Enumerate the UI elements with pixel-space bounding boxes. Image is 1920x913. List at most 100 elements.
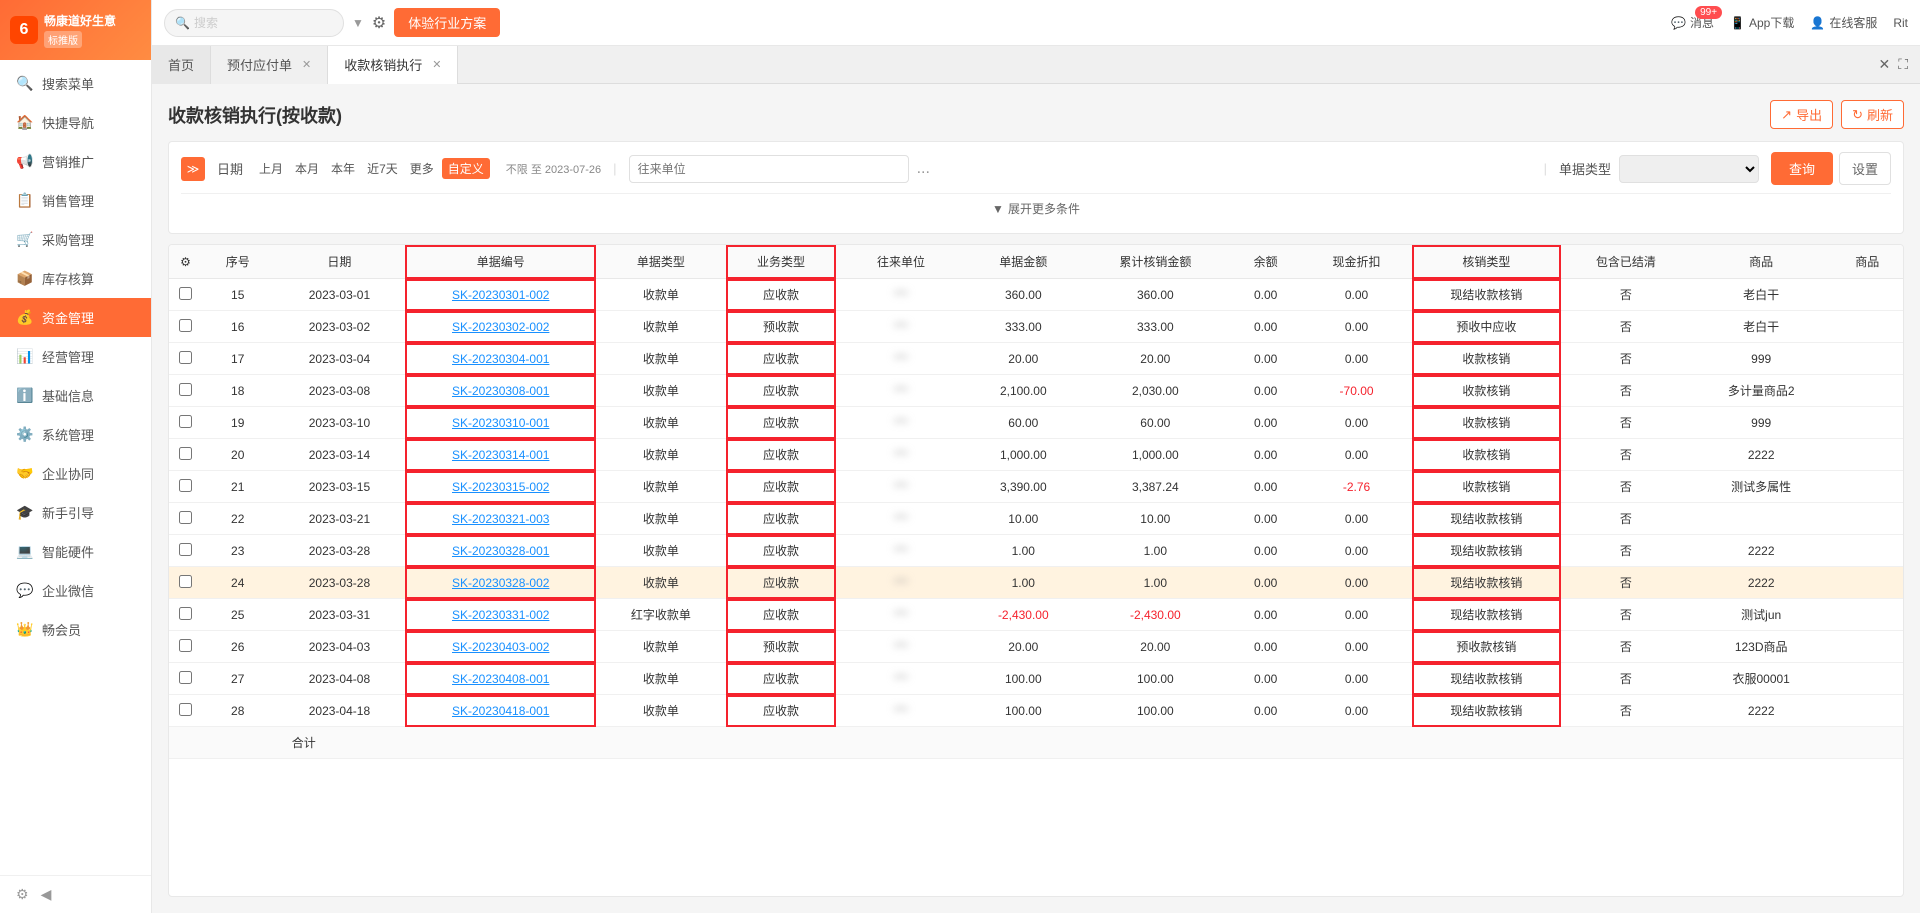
cell-voucher-no[interactable]: SK-20230310-001 (405, 407, 596, 439)
unit-search-input[interactable] (629, 155, 909, 183)
cell-voucher-no[interactable]: SK-20230403-002 (405, 631, 596, 663)
cell-date: 2023-04-03 (273, 631, 405, 663)
topbar-dropdown-icon[interactable]: ▼ (352, 16, 364, 30)
cell-no: 21 (202, 471, 273, 503)
cell-voucher-no[interactable]: SK-20230331-002 (405, 599, 596, 631)
cell-voucher-no[interactable]: SK-20230408-001 (405, 663, 596, 695)
cell-checkbox[interactable] (169, 279, 202, 311)
cell-voucher-no[interactable]: SK-20230301-002 (405, 279, 596, 311)
table-row: 26 2023-04-03 SK-20230403-002 收款单 预收款 **… (169, 631, 1903, 663)
cell-voucher-no[interactable]: SK-20230418-001 (405, 695, 596, 727)
th-gear[interactable]: ⚙ (169, 245, 202, 279)
expand-more-conditions[interactable]: ▼ 展开更多条件 (181, 193, 1891, 223)
voucher-type-select[interactable] (1619, 155, 1759, 183)
page-title: 收款核销执行(按收款) (168, 102, 342, 128)
query-button[interactable]: 查询 (1771, 152, 1833, 185)
sidebar-item-enterprise[interactable]: 🤝 企业协同 (0, 454, 151, 493)
cell-write-off-type: 收款核销 (1412, 375, 1561, 407)
cell-balance: 0.00 (1230, 631, 1301, 663)
sidebar-item-wechat[interactable]: 💬 企业微信 (0, 571, 151, 610)
tab-collection[interactable]: 收款核销执行 ✕ (328, 46, 458, 84)
cell-checkbox[interactable] (169, 343, 202, 375)
cell-voucher-no[interactable]: SK-20230302-002 (405, 311, 596, 343)
sidebar-item-basic[interactable]: ℹ️ 基础信息 (0, 376, 151, 415)
messages-button[interactable]: 💬 消息 99+ (1671, 14, 1714, 31)
topbar-gear-icon[interactable]: ⚙ (372, 13, 386, 33)
cell-amount: 1.00 (966, 535, 1081, 567)
table-row: 19 2023-03-10 SK-20230310-001 收款单 应收款 **… (169, 407, 1903, 439)
topbar-search-box[interactable]: 🔍 搜索 (164, 9, 344, 37)
sidebar-item-purchase[interactable]: 🛒 采购管理 (0, 220, 151, 259)
last-month-button[interactable]: 上月 (255, 158, 287, 179)
cell-voucher-no[interactable]: SK-20230304-001 (405, 343, 596, 375)
this-month-button[interactable]: 本月 (291, 158, 323, 179)
cell-product: 老白干 (1691, 311, 1832, 343)
tab-close-prepay[interactable]: ✕ (302, 58, 311, 71)
tab-prepay[interactable]: 预付应付单 ✕ (211, 46, 328, 84)
cell-checkbox[interactable] (169, 663, 202, 695)
cell-checkbox[interactable] (169, 535, 202, 567)
cell-checkbox[interactable] (169, 503, 202, 535)
marketing-icon: 📢 (16, 153, 34, 170)
unit-more-icon[interactable]: ... (917, 160, 930, 178)
sidebar-item-hardware[interactable]: 💻 智能硬件 (0, 532, 151, 571)
more-dates-button[interactable]: 更多 (406, 158, 438, 179)
sidebar-item-sales[interactable]: 📋 销售管理 (0, 181, 151, 220)
cell-no: 20 (202, 439, 273, 471)
sidebar-item-system[interactable]: ⚙️ 系统管理 (0, 415, 151, 454)
cell-product2 (1831, 471, 1903, 503)
app-download-button[interactable]: 📱 App下载 (1730, 14, 1794, 31)
custom-date-button[interactable]: 自定义 (442, 158, 490, 179)
cell-voucher-no[interactable]: SK-20230321-003 (405, 503, 596, 535)
cell-product: 2222 (1691, 439, 1832, 471)
cell-write-off-type: 现结收款核销 (1412, 695, 1561, 727)
tab-home[interactable]: 首页 (152, 46, 211, 84)
cell-accum-amount: 333.00 (1081, 311, 1230, 343)
cell-date: 2023-03-15 (273, 471, 405, 503)
cell-voucher-type: 收款单 (596, 663, 726, 695)
th-voucher-type: 单据类型 (596, 245, 726, 279)
cell-checkbox[interactable] (169, 567, 202, 599)
refresh-button[interactable]: ↻ 刷新 (1841, 100, 1904, 129)
cell-voucher-no[interactable]: SK-20230314-001 (405, 439, 596, 471)
cell-write-off-type: 现结收款核销 (1412, 599, 1561, 631)
last-7days-button[interactable]: 近7天 (363, 158, 402, 179)
sidebar-item-finance[interactable]: 💰 资金管理 (0, 298, 151, 337)
setting-button[interactable]: 设置 (1839, 152, 1891, 185)
export-button[interactable]: ↗ 导出 (1770, 100, 1833, 129)
sidebar-item-inventory[interactable]: 📦 库存核算 (0, 259, 151, 298)
cell-checkbox[interactable] (169, 311, 202, 343)
cell-product2 (1831, 439, 1903, 471)
cell-accum-amount: 100.00 (1081, 663, 1230, 695)
sidebar-item-search[interactable]: 🔍 搜索菜单 (0, 64, 151, 103)
cell-checkbox[interactable] (169, 407, 202, 439)
cell-checkbox[interactable] (169, 631, 202, 663)
sidebar-item-quick-nav[interactable]: 🏠 快捷导航 (0, 103, 151, 142)
sidebar-item-marketing[interactable]: 📢 营销推广 (0, 142, 151, 181)
cell-unit: *** (836, 471, 966, 503)
online-service-button[interactable]: 👤 在线客服 (1810, 14, 1877, 31)
cell-voucher-no[interactable]: SK-20230308-001 (405, 375, 596, 407)
industry-solution-button[interactable]: 体验行业方案 (394, 8, 500, 37)
cell-voucher-no[interactable]: SK-20230315-002 (405, 471, 596, 503)
cell-product: 999 (1691, 343, 1832, 375)
tab-close-collection[interactable]: ✕ (432, 58, 441, 71)
this-year-button[interactable]: 本年 (327, 158, 359, 179)
settings-icon[interactable]: ⚙ (16, 886, 29, 903)
cell-checkbox[interactable] (169, 599, 202, 631)
close-tab-icon[interactable]: ✕ (1878, 56, 1890, 73)
table-wrap[interactable]: ⚙ 序号 日期 单据编号 单据类型 业务类型 往来单位 单据金额 累计核销金额 … (169, 245, 1903, 896)
cell-voucher-no[interactable]: SK-20230328-001 (405, 535, 596, 567)
sidebar-item-operations[interactable]: 📊 经营管理 (0, 337, 151, 376)
filter-expand-button[interactable]: ≫ (181, 157, 205, 181)
cell-voucher-no[interactable]: SK-20230328-002 (405, 567, 596, 599)
cell-checkbox[interactable] (169, 439, 202, 471)
cell-checkbox[interactable] (169, 471, 202, 503)
cell-checkbox[interactable] (169, 695, 202, 727)
cell-biz-type: 预收款 (726, 311, 836, 343)
cell-checkbox[interactable] (169, 375, 202, 407)
maximize-tab-icon[interactable]: ⛶ (1898, 56, 1908, 73)
sidebar-item-member[interactable]: 👑 畅会员 (0, 610, 151, 649)
sidebar-item-guide[interactable]: 🎓 新手引导 (0, 493, 151, 532)
collapse-icon[interactable]: ◀ (41, 886, 52, 903)
